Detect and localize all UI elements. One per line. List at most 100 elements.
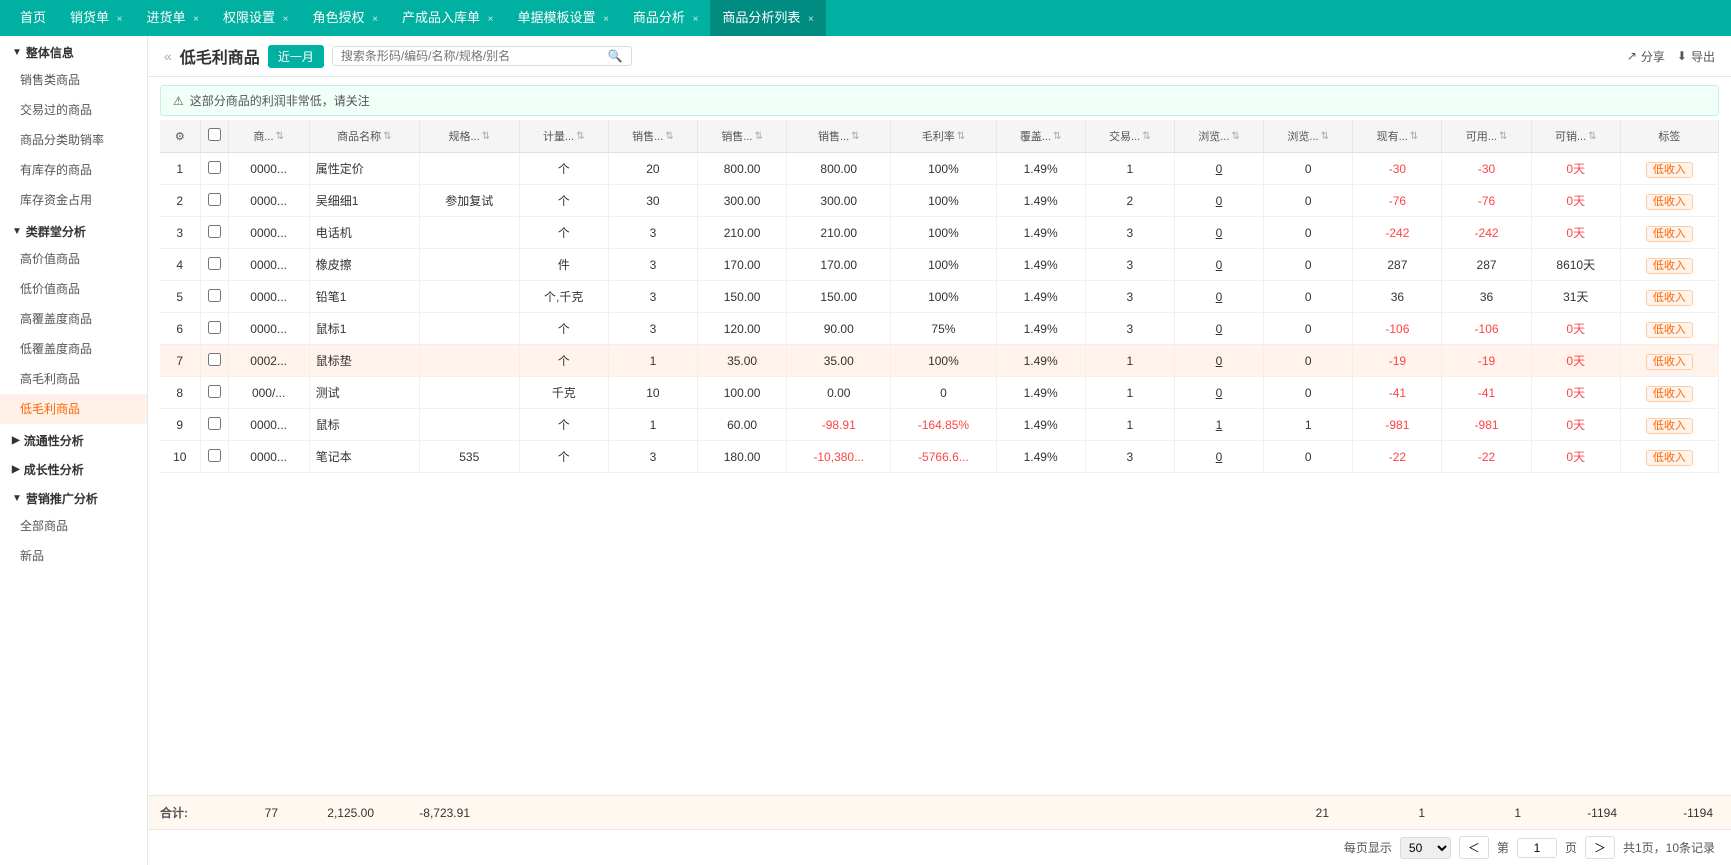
row-view1[interactable]: 0 [1174, 377, 1263, 409]
row-checkbox-cell[interactable] [200, 441, 228, 473]
nav-sales[interactable]: 销货单 × [58, 0, 134, 36]
sidebar-item-high-coverage[interactable]: 高覆盖度商品 [0, 304, 147, 334]
sidebar-group-growth[interactable]: ▶ 成长性分析 [0, 453, 147, 482]
row-view1[interactable]: 0 [1174, 441, 1263, 473]
col-checkbox[interactable] [200, 120, 228, 153]
row-name[interactable]: 橡皮擦 [309, 249, 419, 281]
nav-close-analysis[interactable]: × [693, 14, 699, 25]
row-checkbox-cell[interactable] [200, 281, 228, 313]
sidebar-item-category-sales-rate[interactable]: 商品分类助销率 [0, 125, 147, 155]
sort-view2-icon[interactable]: ⇅ [1321, 131, 1329, 142]
sidebar-item-traded-products[interactable]: 交易过的商品 [0, 95, 147, 125]
row-checkbox[interactable] [208, 289, 221, 302]
sort-available-icon[interactable]: ⇅ [1499, 131, 1507, 142]
row-view1[interactable]: 0 [1174, 153, 1263, 185]
row-name[interactable]: 鼠标1 [309, 313, 419, 345]
row-checkbox[interactable] [208, 225, 221, 238]
sidebar-collapse-button[interactable]: « [164, 48, 172, 64]
sidebar-item-inventory-capital[interactable]: 库存资金占用 [0, 185, 147, 215]
row-view1[interactable]: 0 [1174, 185, 1263, 217]
sort-view1-icon[interactable]: ⇅ [1231, 131, 1239, 142]
nav-close-product-entry[interactable]: × [488, 14, 494, 25]
share-button[interactable]: ↗ 分享 [1627, 48, 1665, 65]
nav-close-sales[interactable]: × [117, 14, 123, 25]
sidebar-group-marketing[interactable]: ▼ 营销推广分析 [0, 482, 147, 511]
prev-page-button[interactable]: ＜ [1459, 836, 1489, 859]
row-checkbox[interactable] [208, 449, 221, 462]
nav-roles[interactable]: 角色授权 × [300, 0, 389, 36]
row-name[interactable]: 电话机 [309, 217, 419, 249]
row-view1[interactable]: 0 [1174, 217, 1263, 249]
sort-qty-icon[interactable]: ⇅ [665, 131, 673, 142]
sidebar-item-high-value[interactable]: 高价值商品 [0, 244, 147, 274]
nav-product-analysis[interactable]: 商品分析 × [621, 0, 710, 36]
sort-profit-icon[interactable]: ⇅ [851, 131, 859, 142]
settings-icon[interactable]: ⚙ [175, 131, 185, 143]
nav-purchase[interactable]: 进货单 × [135, 0, 211, 36]
row-name[interactable]: 属性定价 [309, 153, 419, 185]
row-checkbox[interactable] [208, 321, 221, 334]
row-checkbox-cell[interactable] [200, 345, 228, 377]
nav-close-analysis-list[interactable]: × [808, 14, 814, 25]
row-name[interactable]: 吴细细1 [309, 185, 419, 217]
sidebar-item-low-value[interactable]: 低价值商品 [0, 274, 147, 304]
row-view1[interactable]: 0 [1174, 249, 1263, 281]
row-checkbox-cell[interactable] [200, 185, 228, 217]
sidebar-group-liquidity[interactable]: ▶ 流通性分析 [0, 424, 147, 453]
row-checkbox-cell[interactable] [200, 153, 228, 185]
row-view1[interactable]: 0 [1174, 313, 1263, 345]
row-checkbox[interactable] [208, 385, 221, 398]
row-checkbox[interactable] [208, 353, 221, 366]
nav-close-template[interactable]: × [603, 14, 609, 25]
sidebar-item-low-margin[interactable]: 低毛利商品 [0, 394, 147, 424]
nav-close-roles[interactable]: × [372, 14, 378, 25]
nav-permissions[interactable]: 权限设置 × [211, 0, 300, 36]
row-name[interactable]: 测试 [309, 377, 419, 409]
row-checkbox-cell[interactable] [200, 217, 228, 249]
sidebar-group-cluster[interactable]: ▼ 类群堂分析 [0, 215, 147, 244]
sort-margin-icon[interactable]: ⇅ [957, 131, 965, 142]
sidebar-item-in-stock-products[interactable]: 有库存的商品 [0, 155, 147, 185]
nav-close-permissions[interactable]: × [283, 14, 289, 25]
nav-home[interactable]: 首页 [8, 0, 58, 36]
sort-coverage-icon[interactable]: ⇅ [1053, 131, 1061, 142]
filter-period-button[interactable]: 近一月 [268, 45, 324, 68]
sidebar-item-all-products[interactable]: 全部商品 [0, 511, 147, 541]
nav-analysis-list[interactable]: 商品分析列表 × [710, 0, 825, 36]
select-all-checkbox[interactable] [208, 128, 221, 141]
nav-template-settings[interactable]: 单据模板设置 × [505, 0, 620, 36]
per-page-select[interactable]: 50 100 [1400, 837, 1451, 859]
search-icon[interactable]: 🔍 [608, 49, 623, 63]
search-input[interactable] [341, 49, 608, 63]
sort-name-icon[interactable]: ⇅ [383, 131, 391, 142]
next-page-button[interactable]: ＞ [1585, 836, 1615, 859]
sidebar-item-high-margin[interactable]: 高毛利商品 [0, 364, 147, 394]
export-button[interactable]: ⬇ 导出 [1677, 48, 1715, 65]
row-checkbox[interactable] [208, 161, 221, 174]
nav-close-purchase[interactable]: × [193, 14, 199, 25]
row-view1[interactable]: 0 [1174, 345, 1263, 377]
row-name[interactable]: 鼠标垫 [309, 345, 419, 377]
sidebar-item-new-products[interactable]: 新品 [0, 541, 147, 571]
row-checkbox-cell[interactable] [200, 249, 228, 281]
row-view1[interactable]: 1 [1174, 409, 1263, 441]
sort-price-icon[interactable]: ⇅ [754, 131, 762, 142]
row-name[interactable]: 铅笔1 [309, 281, 419, 313]
row-checkbox[interactable] [208, 417, 221, 430]
sort-transaction-icon[interactable]: ⇅ [1142, 131, 1150, 142]
sidebar-item-sales-products[interactable]: 销售类商品 [0, 65, 147, 95]
row-checkbox-cell[interactable] [200, 409, 228, 441]
sidebar-item-low-coverage[interactable]: 低覆盖度商品 [0, 334, 147, 364]
nav-product-entry[interactable]: 产成品入库单 × [390, 0, 505, 36]
sort-spec-icon[interactable]: ⇅ [482, 131, 490, 142]
row-checkbox[interactable] [208, 193, 221, 206]
row-view1[interactable]: 0 [1174, 281, 1263, 313]
col-settings[interactable]: ⚙ [160, 120, 200, 153]
row-name[interactable]: 笔记本 [309, 441, 419, 473]
row-checkbox-cell[interactable] [200, 377, 228, 409]
sort-saleable-icon[interactable]: ⇅ [1588, 131, 1596, 142]
sidebar-group-overall[interactable]: ▼ 整体信息 [0, 36, 147, 65]
row-checkbox[interactable] [208, 257, 221, 270]
sort-unit-icon[interactable]: ⇅ [576, 131, 584, 142]
row-name[interactable]: 鼠标 [309, 409, 419, 441]
